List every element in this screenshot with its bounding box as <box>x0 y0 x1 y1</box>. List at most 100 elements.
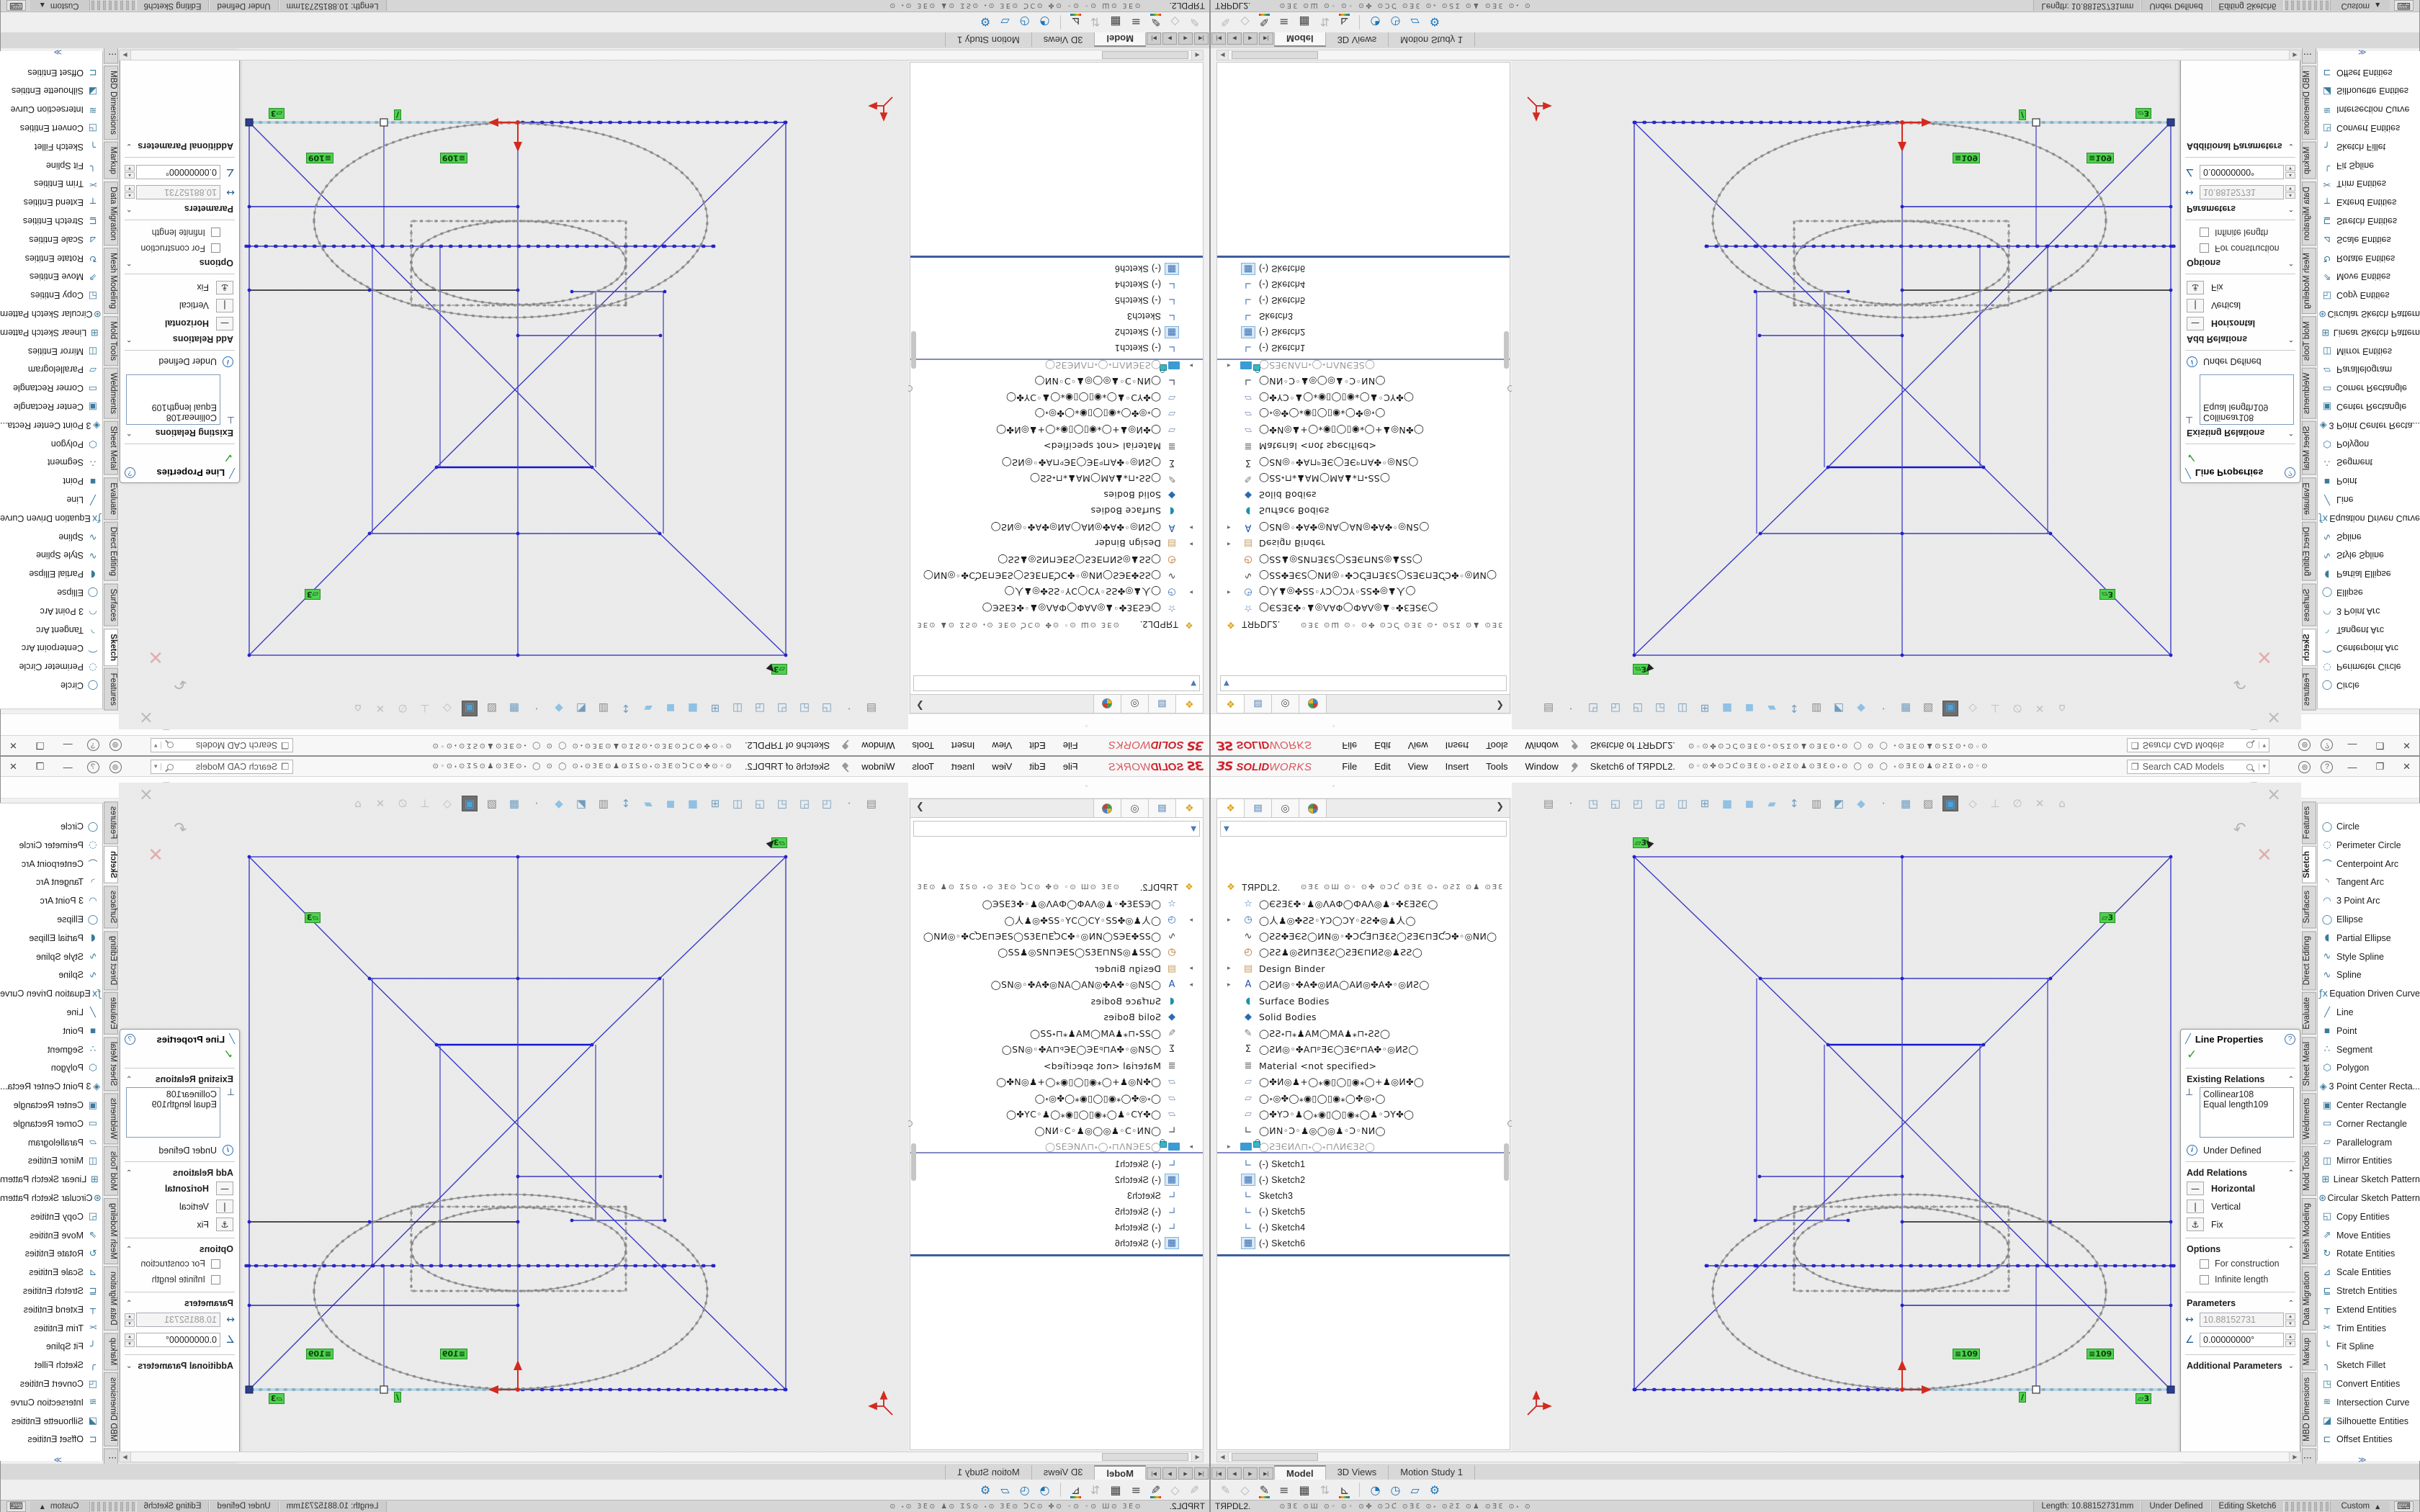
flyout-item-center-rectangle[interactable]: ▣Center Rectangle <box>0 1097 102 1114</box>
tabs-overflow-arrow[interactable]: ❯ <box>910 695 930 713</box>
flyout-item-linear-sketch-pattern[interactable]: ⊞Linear Sketch Pattern <box>0 324 102 341</box>
tab-motion-study-1[interactable]: Motion Study 1 <box>945 32 1031 47</box>
tree-row[interactable]: ▸◷◯人♟◎✤ƧƧ◦YƆ◯ƆY◦ƧƧ✤◎♟人◯ <box>1217 585 1510 600</box>
flyout-item-linear-sketch-pattern[interactable]: ⊞Linear Sketch Pattern <box>2318 324 2420 341</box>
vertical-tab-sketch[interactable]: Sketch <box>2302 846 2316 883</box>
flyout-item-tangent-arc[interactable]: ◝Tangent Arc <box>2318 621 2420 639</box>
checkbox[interactable] <box>2200 244 2209 253</box>
flyout-item-three-point-center-rectangle[interactable]: ◈3 Point Center Recta... <box>0 1078 102 1095</box>
flyout-item-silhouette-entities[interactable]: ◪Silhouette Entities <box>0 82 102 99</box>
vertical-tab-weldments[interactable]: Weldments <box>104 1093 118 1144</box>
flyout-item-sketch-fillet[interactable]: ╮Sketch Fillet <box>2318 138 2420 156</box>
menu-view[interactable]: View <box>983 758 1021 775</box>
gear-icon[interactable]: ⚙ <box>1430 16 1440 30</box>
flyout-item-segment[interactable]: ∴Segment <box>0 1041 102 1058</box>
length-field[interactable]: 10.88152731 <box>136 1313 220 1327</box>
flyout-item-partial-ellipse[interactable]: ◖Partial Ellipse <box>0 930 102 947</box>
flyout-item-circle[interactable]: ◯Circle <box>0 677 102 694</box>
relation-item[interactable]: Collinear108 <box>130 1089 217 1099</box>
panel-help-icon[interactable]: ? <box>125 467 135 478</box>
tab-model[interactable]: Model <box>1094 32 1146 47</box>
length-field[interactable]: 10.88152731 <box>2200 185 2284 199</box>
flyout-item-silhouette-entities[interactable]: ◪Silhouette Entities <box>2318 1413 2420 1430</box>
tree-row[interactable]: ▱◯✤И◎♟+◯⁎◉▯◯▯◉⁎◯+♟◎И✤◯ <box>910 423 1203 438</box>
flyout-item-parallelogram[interactable]: ▱Parallelogram <box>2318 1134 2420 1151</box>
flyout-item-fit-spline[interactable]: ╰Fit Spline <box>0 1338 102 1355</box>
tree-row[interactable]: ◴◯ƧƧ♟◎ƧИ⊓ƎƐƧ◯ƧƎЄ⊓ИƧ◎♟ƧƧ◯ <box>1217 552 1510 567</box>
existing-relations-header[interactable]: Existing Relations ⌃ <box>120 426 239 439</box>
tab-motion-study-1[interactable]: Motion Study 1 <box>1389 32 1475 47</box>
tree-row-sketch1[interactable]: ∟(-) Sketch1 <box>910 341 1203 356</box>
expand-arrow-icon[interactable]: ▸ <box>1189 524 1193 531</box>
flyout-item-intersection-curve[interactable]: ≋Intersection Curve <box>2318 101 2420 118</box>
flyout-item-mirror-entities[interactable]: ◫Mirror Entities <box>2318 1152 2420 1169</box>
flyout-item-tangent-arc[interactable]: ◝Tangent Arc <box>0 621 102 639</box>
length-spinner[interactable]: ▲▼ <box>2285 1313 2295 1327</box>
checkbox[interactable] <box>2200 228 2209 238</box>
flyout-item-intersection-curve[interactable]: ≋Intersection Curve <box>0 101 102 118</box>
flyout-item-point[interactable]: ▪Point <box>2318 1022 2420 1040</box>
flyout-item-silhouette-entities[interactable]: ◪Silhouette Entities <box>0 1413 102 1430</box>
brush-color-icon[interactable]: ✎ <box>1151 1483 1160 1497</box>
pin-icon[interactable] <box>840 762 850 772</box>
add-relation-vertical[interactable]: |Vertical <box>120 1197 239 1215</box>
flyout-item-equation-driven-curve[interactable]: ƒxEquation Driven Curve <box>0 510 102 527</box>
tree-row[interactable]: ∿◯ƧƧ✤ƎЄƧ◯ИN◎◦✤ƆƇƎ⊓ƎƐƧ◯ƧƎЄ⊓ƎƇƆ✤◦◎NИ◯ <box>910 929 1203 944</box>
tree-row-sketch2[interactable]: ▦(-) Sketch2 <box>1217 1172 1510 1187</box>
flyout-item-extend-entities[interactable]: ┬Extend Entities <box>0 194 102 211</box>
help-icon[interactable]: ? <box>2321 739 2333 752</box>
search-input[interactable]: Search CAD Models <box>2143 762 2247 772</box>
tree-row-sketch5[interactable]: ∟(-) Sketch5 <box>1217 1204 1510 1219</box>
vertical-tab-meshmodeling[interactable]: Mesh Modeling <box>2302 1198 2316 1264</box>
vertical-tab-moldtools[interactable]: Mold Tools <box>104 1146 118 1196</box>
scrollbar-thumb[interactable] <box>1102 51 1188 59</box>
search-icon[interactable] <box>167 764 174 770</box>
expand-arrow-icon[interactable]: ▸ <box>1189 981 1193 989</box>
flyout-item-linear-sketch-pattern[interactable]: ⊞Linear Sketch Pattern <box>0 1171 102 1188</box>
scrollbar-thumb[interactable] <box>1232 1453 1318 1461</box>
camera-check-icon[interactable]: ◔ <box>1040 1483 1050 1497</box>
flyout-item-convert-entities[interactable]: ◳Convert Entities <box>2318 1375 2420 1392</box>
search-icon[interactable] <box>2246 764 2253 770</box>
tree-row-sketch2[interactable]: ▦(-) Sketch2 <box>1217 325 1510 340</box>
tree-row[interactable]: ∟◯ИN◦Ɔ◦♟◎◯◎♟◦Ɔ◦NИ◯ <box>1217 1123 1510 1138</box>
tree-scrollbar-thumb[interactable] <box>911 331 916 369</box>
menu-window[interactable]: Window <box>853 758 903 775</box>
angle-spinner[interactable]: ▲▼ <box>2285 1333 2295 1347</box>
configuration-tab[interactable]: ◎ <box>1121 695 1148 713</box>
tree-row-sketch1[interactable]: ∟(-) Sketch1 <box>1217 341 1510 356</box>
flyout-item-perimeter-circle[interactable]: ◌Perimeter Circle <box>0 837 102 854</box>
tab-3d-views[interactable]: 3D Views <box>1326 1465 1389 1480</box>
flyout-item-copy-entities[interactable]: ◱Copy Entities <box>0 1208 102 1225</box>
flyout-more-chevron[interactable]: ≫ <box>55 48 62 57</box>
account-icon[interactable]: ⊚ <box>109 739 122 752</box>
existing-relations-list[interactable]: Collinear108Equal length109 <box>2200 1087 2294 1138</box>
configuration-tab[interactable]: ◎ <box>1121 799 1148 817</box>
clock-x-icon[interactable]: ◷ <box>1020 16 1030 30</box>
flyout-item-circle[interactable]: ◯Circle <box>2318 818 2420 835</box>
parameters-header[interactable]: Parameters ⌃ <box>120 1297 239 1310</box>
flyout-item-fit-spline[interactable]: ╰Fit Spline <box>2318 157 2420 174</box>
ok-check-button[interactable]: ✓ <box>120 1046 239 1063</box>
tree-row[interactable]: ◴◯ƧƧ♟◎ƧИ⊓ƎƐƧ◯ƧƎЄ⊓ИƧ◎♟ƧƧ◯ <box>910 945 1203 960</box>
vertical-tab-sketch[interactable]: Sketch <box>104 846 118 883</box>
flyout-item-polygon[interactable]: ⬡Polygon <box>2318 436 2420 453</box>
vertical-tab-features[interactable]: Features <box>2302 801 2316 844</box>
tabs-overflow-arrow[interactable]: ❯ <box>1490 695 1510 713</box>
tree-filter-input[interactable]: ▼ <box>913 821 1200 837</box>
relation-item[interactable]: Collinear108 <box>2203 413 2290 423</box>
flyout-item-three-point-center-rectangle[interactable]: ◈3 Point Center Recta... <box>2318 417 2420 434</box>
close-button[interactable]: ✕ <box>5 761 22 773</box>
options-header[interactable]: Options ⌃ <box>120 1243 239 1256</box>
relation-item[interactable]: Equal length109 <box>2203 1099 2290 1110</box>
flyout-item-style-spline[interactable]: ∿Style Spline <box>2318 546 2420 564</box>
ok-check-button[interactable]: ✓ <box>2181 449 2300 466</box>
angle-spinner[interactable]: ▲▼ <box>125 166 135 179</box>
flyout-item-center-rectangle[interactable]: ▣Center Rectangle <box>2318 398 2420 415</box>
parameters-header[interactable]: Parameters ⌃ <box>120 202 239 215</box>
menu-tools[interactable]: Tools <box>903 737 942 754</box>
vertical-tab-surfaces[interactable]: Surfaces <box>104 584 118 626</box>
flyout-item-scale-entities[interactable]: ⊿Scale Entities <box>0 231 102 248</box>
relation-item[interactable]: Collinear108 <box>2203 1089 2290 1099</box>
checkbox[interactable] <box>211 244 220 253</box>
